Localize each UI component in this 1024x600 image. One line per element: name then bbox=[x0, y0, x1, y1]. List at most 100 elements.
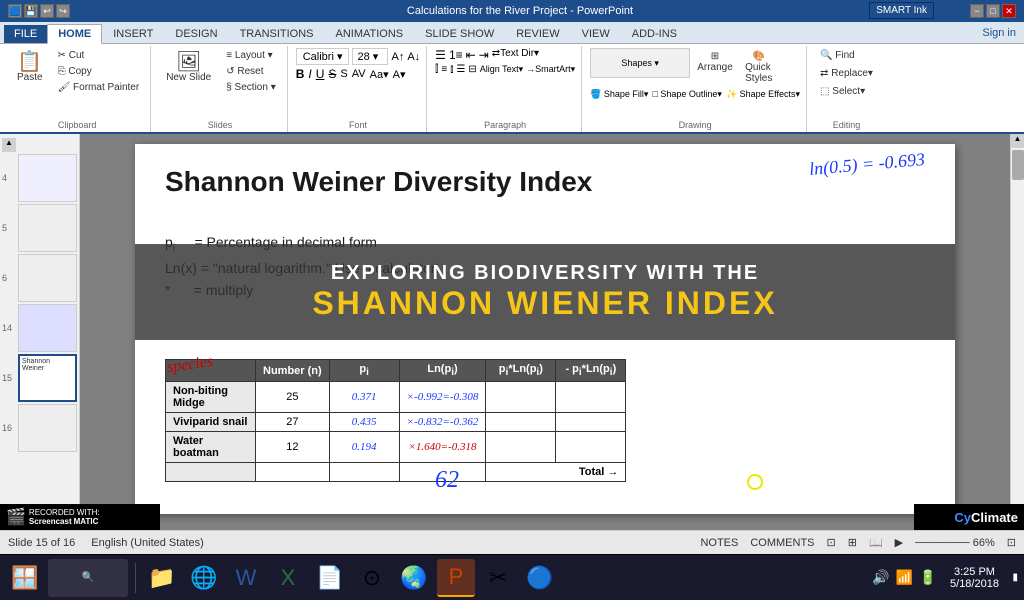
thumbnail-4[interactable]: 4 bbox=[18, 154, 77, 202]
new-slide-button[interactable]: 🖼 New Slide bbox=[159, 48, 218, 87]
tab-review[interactable]: REVIEW bbox=[505, 24, 570, 43]
section-button[interactable]: § Section ▾ bbox=[221, 80, 281, 95]
show-desktop-button[interactable]: ▮ bbox=[1012, 572, 1018, 583]
shadow-button[interactable]: S bbox=[340, 68, 347, 80]
center-button[interactable]: ≡ bbox=[441, 64, 447, 75]
paste-button[interactable]: 📋 Paste bbox=[10, 48, 50, 87]
thumbnail-16[interactable]: 16 bbox=[18, 404, 77, 452]
maximize-button[interactable]: □ bbox=[986, 4, 1000, 18]
layout-button[interactable]: ≡ Layout ▾ bbox=[221, 48, 281, 63]
smart-ink-badge[interactable]: SMART Ink bbox=[869, 2, 934, 19]
shape-outline-button[interactable]: □ Shape Outline▾ bbox=[652, 89, 722, 100]
taskbar-ie[interactable]: 🌐 bbox=[185, 559, 223, 597]
slide-canvas-wrap[interactable]: Shannon Weiner Diversity Index ln(0.5) =… bbox=[80, 134, 1010, 530]
speakers-icon[interactable]: 🔊 bbox=[872, 569, 889, 586]
font-color-button[interactable]: A▾ bbox=[393, 68, 406, 81]
decrease-font-button[interactable]: A↓ bbox=[407, 51, 420, 63]
italic-button[interactable]: I bbox=[308, 67, 311, 81]
thumbnail-14[interactable]: 14 bbox=[18, 304, 77, 352]
n-snail: 27 bbox=[256, 413, 330, 432]
taskbar-powerpoint[interactable]: P bbox=[437, 559, 475, 597]
thumbnail-5[interactable]: 5 bbox=[18, 204, 77, 252]
taskbar-excel[interactable]: X bbox=[269, 559, 307, 597]
cut-button[interactable]: ✂ Cut bbox=[53, 48, 145, 63]
tab-view[interactable]: VIEW bbox=[571, 24, 621, 43]
scroll-up-button[interactable]: ▲ bbox=[1011, 134, 1024, 148]
smartart-button[interactable]: →SmartArt▾ bbox=[526, 64, 575, 75]
tab-design[interactable]: DESIGN bbox=[164, 24, 228, 43]
save-icon[interactable]: 💾 bbox=[24, 4, 38, 18]
close-button[interactable]: ✕ bbox=[1002, 4, 1016, 18]
tab-transitions[interactable]: TRANSITIONS bbox=[229, 24, 325, 43]
minimize-button[interactable]: − bbox=[970, 4, 984, 18]
comments-button[interactable]: COMMENTS bbox=[750, 537, 814, 549]
underline-button[interactable]: U bbox=[316, 67, 325, 81]
thumbnail-6[interactable]: 6 bbox=[18, 254, 77, 302]
slide-canvas[interactable]: Shannon Weiner Diversity Index ln(0.5) =… bbox=[135, 144, 955, 514]
tab-slideshow[interactable]: SLIDE SHOW bbox=[414, 24, 505, 43]
shape-fill-button[interactable]: 🪣 Shape Fill▾ bbox=[590, 89, 648, 100]
taskbar-clock[interactable]: 3:25 PM 5/18/2018 bbox=[944, 566, 1004, 590]
search-bar[interactable]: 🔍 bbox=[48, 559, 128, 597]
taskbar-word[interactable]: W bbox=[227, 559, 265, 597]
arrange-button[interactable]: ⊞Arrange bbox=[692, 48, 738, 87]
replace-button[interactable]: ⇄ Replace▾ bbox=[815, 66, 878, 81]
justify-button[interactable]: ☰ bbox=[456, 64, 465, 75]
tab-file[interactable]: FILE bbox=[4, 25, 47, 43]
taskbar-chrome2[interactable]: 🔵 bbox=[521, 559, 559, 597]
tab-insert[interactable]: INSERT bbox=[102, 24, 164, 43]
taskbar-chrome[interactable]: 🌏 bbox=[395, 559, 433, 597]
slide-scrollbar[interactable]: ▲ ▼ bbox=[1010, 134, 1024, 530]
undo-icon[interactable]: ↩ bbox=[40, 4, 54, 18]
reset-button[interactable]: ↺ Reset bbox=[221, 64, 281, 79]
align-right-button[interactable]: ⫾ bbox=[450, 64, 453, 75]
decrease-indent-button[interactable]: ⇤ bbox=[466, 48, 476, 62]
taskbar-acrobat[interactable]: 📄 bbox=[311, 559, 349, 597]
tab-animations[interactable]: ANIMATIONS bbox=[325, 24, 415, 43]
taskbar-app5[interactable]: ⊙ bbox=[353, 559, 391, 597]
reading-view-icon[interactable]: 📖 bbox=[869, 536, 883, 549]
bold-button[interactable]: B bbox=[296, 67, 305, 81]
taskbar-explorer[interactable]: 📁 bbox=[143, 559, 181, 597]
quick-styles-button[interactable]: 🎨QuickStyles bbox=[740, 48, 778, 87]
network-icon[interactable]: 📶 bbox=[896, 569, 913, 586]
redo-icon[interactable]: ↪ bbox=[56, 4, 70, 18]
fit-slide-button[interactable]: ⊡ bbox=[1007, 536, 1016, 549]
font-case-button[interactable]: Aa▾ bbox=[370, 68, 389, 81]
bullets-button[interactable]: ☰ bbox=[435, 48, 446, 62]
align-text-button[interactable]: Align Text▾ bbox=[480, 64, 523, 75]
ribbon-group-font: Calibri ▾ 28 ▾ A↑ A↓ B I U S S AV Aa▾ A▾… bbox=[290, 46, 427, 132]
table-row-boatman: Waterboatman 12 0.194 ×1.640=-0.318 bbox=[166, 432, 626, 463]
table-header-lnpi: Ln(pi) bbox=[399, 360, 486, 382]
window-menu-icon[interactable]: 🟦 bbox=[8, 4, 22, 18]
normal-view-icon[interactable]: ⊡ bbox=[827, 536, 836, 549]
copy-button[interactable]: ⎘ Copy bbox=[53, 64, 145, 79]
numbering-button[interactable]: 1≡ bbox=[449, 48, 463, 62]
char-spacing-button[interactable]: AV bbox=[352, 68, 366, 80]
sign-in-link[interactable]: Sign in bbox=[982, 27, 1016, 39]
thumb-scroll-up[interactable]: ▲ bbox=[2, 138, 16, 152]
increase-indent-button[interactable]: ⇥ bbox=[479, 48, 489, 62]
slideshow-icon[interactable]: ▶ bbox=[895, 536, 903, 549]
select-button[interactable]: ⬚ Select▾ bbox=[815, 84, 870, 99]
notes-button[interactable]: NOTES bbox=[700, 537, 738, 549]
tab-addins[interactable]: ADD-INS bbox=[621, 24, 688, 43]
format-painter-button[interactable]: 🖌 Format Painter bbox=[53, 80, 145, 95]
thumbnail-15[interactable]: 15 ShannonWeiner bbox=[18, 354, 77, 402]
battery-icon[interactable]: 🔋 bbox=[919, 569, 936, 586]
shapes-gallery[interactable]: Shapes ▾ bbox=[590, 48, 690, 78]
columns-button[interactable]: ⊟ bbox=[468, 64, 476, 75]
find-button[interactable]: 🔍 Find bbox=[815, 48, 860, 63]
text-direction-button[interactable]: ⇄Text Dir▾ bbox=[492, 48, 539, 62]
font-name-dropdown[interactable]: Calibri ▾ bbox=[296, 48, 350, 65]
shape-effects-button[interactable]: ✨ Shape Effects▾ bbox=[726, 89, 800, 100]
scroll-thumb[interactable] bbox=[1012, 150, 1024, 180]
font-size-dropdown[interactable]: 28 ▾ bbox=[352, 48, 388, 65]
taskbar-snip[interactable]: ✂ bbox=[479, 559, 517, 597]
increase-font-button[interactable]: A↑ bbox=[391, 51, 404, 63]
start-button[interactable]: 🪟 bbox=[6, 559, 44, 597]
strikethrough-button[interactable]: S bbox=[328, 67, 336, 81]
align-left-button[interactable]: ⫿ bbox=[435, 64, 438, 75]
tab-home[interactable]: HOME bbox=[47, 24, 102, 44]
slide-sorter-icon[interactable]: ⊞ bbox=[848, 536, 857, 549]
